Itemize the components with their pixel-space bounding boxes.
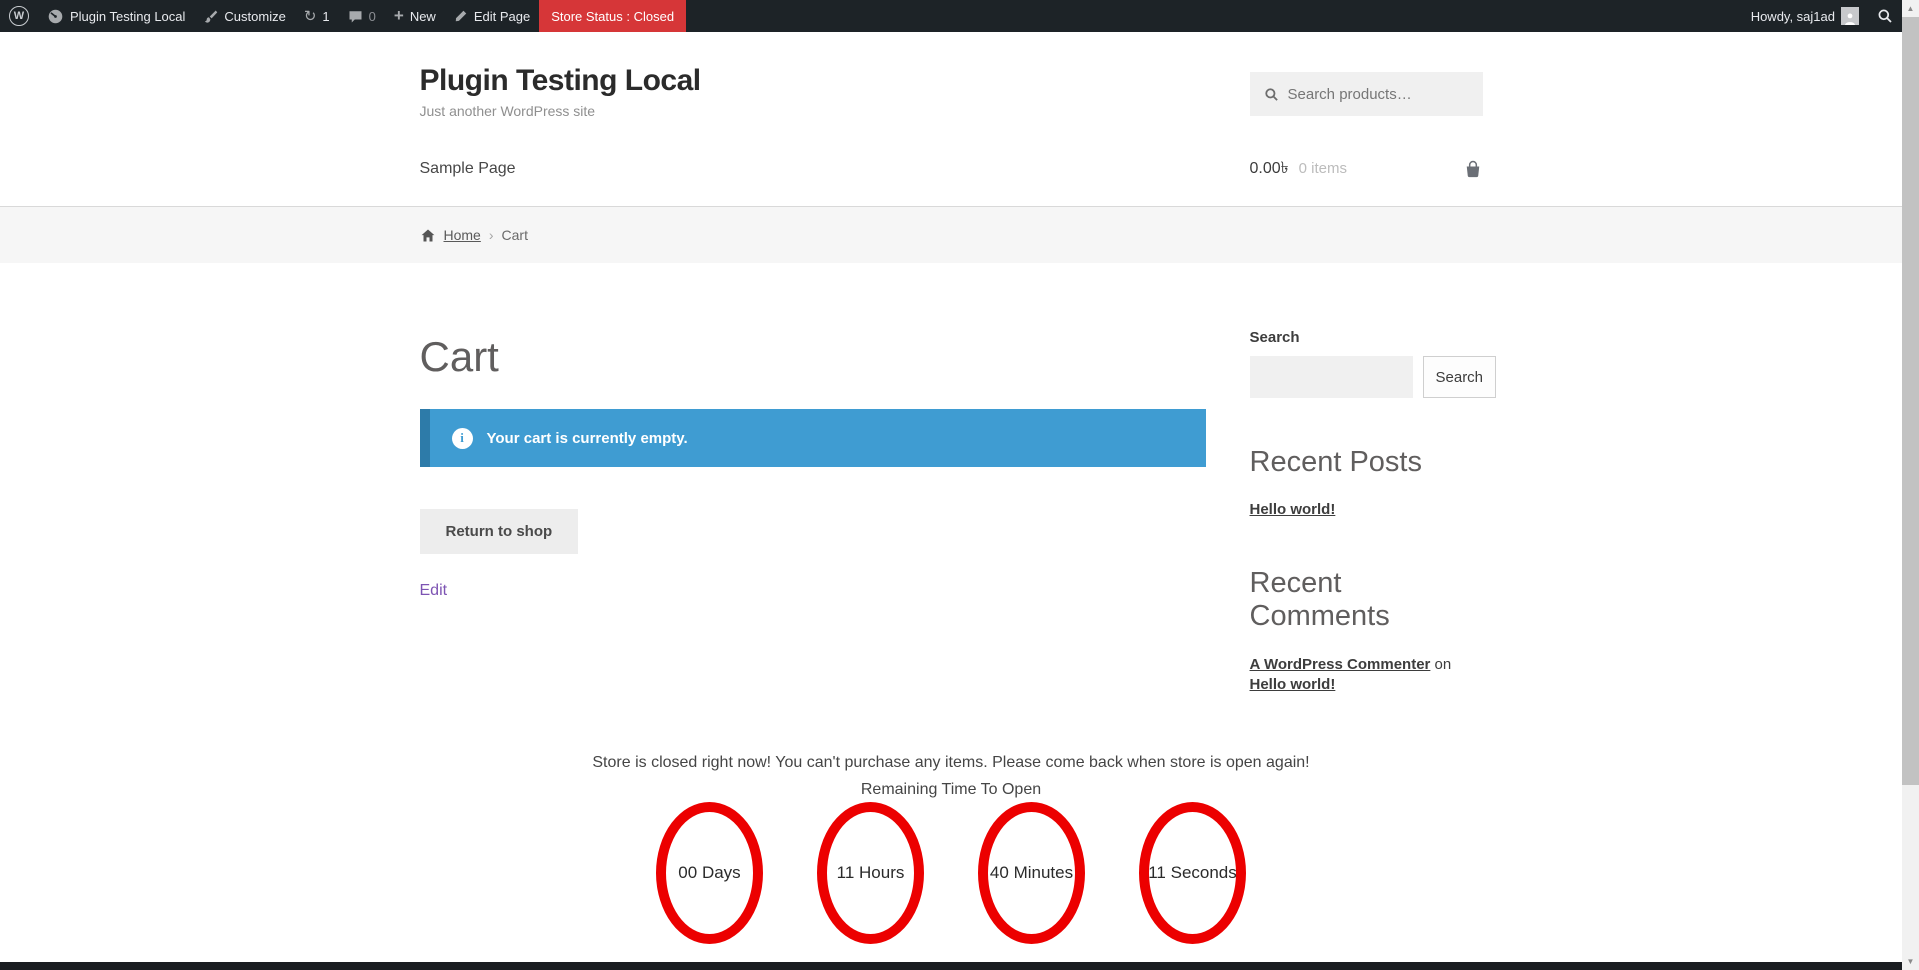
- home-icon: [420, 228, 436, 243]
- user-avatar: [1841, 7, 1859, 25]
- comment-connector: on: [1430, 656, 1452, 673]
- countdown-minutes-circle: 40 Minutes: [978, 801, 1085, 944]
- info-icon: i: [451, 427, 473, 449]
- comment-post-link[interactable]: Hello world!: [1250, 676, 1336, 693]
- pencil-icon: [454, 9, 468, 23]
- scrollbar-thumb[interactable]: [1902, 17, 1919, 785]
- store-status-label: Store Status : Closed: [551, 8, 675, 24]
- countdown-circles: 00 Days 11 Hours 40 Minutes 11 Seconds: [420, 801, 1483, 944]
- sidebar-search-button[interactable]: Search: [1422, 356, 1497, 398]
- update-arrows-icon: ↻: [303, 8, 317, 25]
- store-status-badge[interactable]: Store Status : Closed: [539, 0, 687, 32]
- nav-sample-page[interactable]: Sample Page: [420, 160, 516, 178]
- sidebar: Search Search Recent Posts Hello world! …: [1249, 263, 1497, 696]
- admin-bar-search[interactable]: [1868, 0, 1902, 32]
- site-tagline: Just another WordPress site: [419, 103, 596, 119]
- search-icon: [1264, 87, 1279, 102]
- breadcrumb: Home › Cart: [420, 207, 1483, 263]
- product-search-input[interactable]: [1287, 85, 1469, 103]
- site-header: Plugin Testing Local Just another WordPr…: [0, 32, 1902, 207]
- countdown-seconds-circle: 11 Seconds: [1139, 801, 1246, 944]
- scrollbar-down-arrow[interactable]: ▼: [1902, 953, 1919, 970]
- return-to-shop-button[interactable]: Return to shop: [419, 509, 579, 554]
- comment-bubble-icon: [348, 9, 363, 24]
- cart-empty-notice: i Your cart is currently empty.: [419, 409, 1206, 467]
- cart-total: 0.00৳: [1249, 160, 1289, 177]
- admin-bar-new[interactable]: + New: [385, 0, 445, 32]
- header-cart[interactable]: 0.00৳ 0 items: [1250, 155, 1483, 182]
- site-title[interactable]: Plugin Testing Local: [420, 64, 702, 98]
- footer-strip: [0, 962, 1902, 970]
- countdown-days-circle: 00 Days: [656, 801, 763, 944]
- admin-bar-comments-count: 0: [368, 8, 376, 24]
- countdown-days-unit: Days: [701, 862, 741, 882]
- paintbrush-icon: [203, 9, 218, 24]
- page-title: Cart: [419, 333, 499, 380]
- scrollbar[interactable]: ▲ ▼: [1902, 0, 1919, 970]
- countdown-minutes-value: 40: [989, 862, 1009, 882]
- recent-comments-title: Recent Comments: [1249, 567, 1390, 632]
- countdown-hours-value: 11: [836, 862, 855, 882]
- cart-items-count: 0 items: [1298, 160, 1347, 177]
- countdown-days-value: 00: [678, 862, 698, 882]
- search-icon: [1877, 8, 1893, 24]
- admin-bar-site-name-label: Plugin Testing Local: [70, 8, 186, 24]
- countdown-seconds-unit: Seconds: [1170, 862, 1237, 882]
- cart-empty-notice-text: Your cart is currently empty.: [486, 429, 688, 447]
- admin-bar-updates-count: 1: [322, 8, 330, 24]
- recent-post-link[interactable]: Hello world!: [1250, 501, 1336, 518]
- countdown-title: Remaining Time To Open: [860, 780, 1042, 798]
- cart-page-content: Cart i Your cart is currently empty. Ret…: [419, 263, 1206, 696]
- admin-bar-updates[interactable]: ↻ 1: [295, 0, 339, 32]
- edit-page-link[interactable]: Edit: [420, 582, 448, 600]
- search-widget: Search Search: [1249, 329, 1497, 398]
- basket-icon: [1463, 159, 1483, 179]
- store-closed-message: Store is closed right now! You can't pur…: [592, 753, 1310, 771]
- wp-admin-bar: W Plugin Testing Local Customize ↻ 1 0 +…: [0, 0, 1902, 32]
- admin-bar-comments[interactable]: 0: [339, 0, 385, 32]
- admin-bar-site-name[interactable]: Plugin Testing Local: [38, 0, 194, 32]
- store-closed-section: Store is closed right now! You can't pur…: [420, 752, 1483, 944]
- countdown-minutes-unit: Minutes: [1013, 862, 1074, 882]
- recent-comments-widget: Recent Comments A WordPress Commenter on…: [1250, 567, 1483, 696]
- search-widget-label: Search: [1249, 329, 1300, 346]
- scrollbar-up-arrow[interactable]: ▲: [1902, 0, 1919, 17]
- admin-bar-customize-label: Customize: [224, 8, 286, 24]
- admin-bar-edit-page-label: Edit Page: [473, 8, 531, 24]
- browser-viewport: W Plugin Testing Local Customize ↻ 1 0 +…: [0, 0, 1919, 970]
- dashboard-gauge-icon: [47, 8, 64, 25]
- breadcrumb-current: Cart: [501, 227, 528, 243]
- plus-icon: +: [393, 6, 404, 25]
- countdown-seconds-value: 11: [1148, 862, 1166, 882]
- howdy-label: Howdy, saj1ad: [1750, 8, 1835, 24]
- recent-posts-title: Recent Posts: [1249, 446, 1422, 478]
- admin-bar-customize[interactable]: Customize: [194, 0, 294, 32]
- admin-bar-my-account[interactable]: Howdy, saj1ad: [1742, 0, 1868, 32]
- comment-author-link[interactable]: A WordPress Commenter: [1250, 656, 1431, 673]
- breadcrumb-separator: ›: [488, 227, 494, 243]
- wp-logo-menu[interactable]: W: [0, 0, 38, 32]
- breadcrumb-home-link[interactable]: Home: [444, 227, 481, 243]
- breadcrumb-band: Home › Cart: [0, 207, 1902, 263]
- product-search-box[interactable]: [1249, 72, 1483, 116]
- sidebar-search-input[interactable]: [1249, 356, 1413, 398]
- site-branding: Plugin Testing Local Just another WordPr…: [419, 64, 702, 119]
- countdown-hours-circle: 11 Hours: [817, 801, 924, 944]
- admin-bar-new-label: New: [409, 8, 436, 24]
- wordpress-logo-icon: W: [9, 6, 29, 26]
- admin-bar-edit-page[interactable]: Edit Page: [445, 0, 539, 32]
- recent-comment-item: A WordPress Commenter on Hello world!: [1250, 655, 1465, 696]
- countdown-hours-unit: Hours: [859, 862, 905, 882]
- recent-posts-widget: Recent Posts Hello world!: [1250, 446, 1483, 519]
